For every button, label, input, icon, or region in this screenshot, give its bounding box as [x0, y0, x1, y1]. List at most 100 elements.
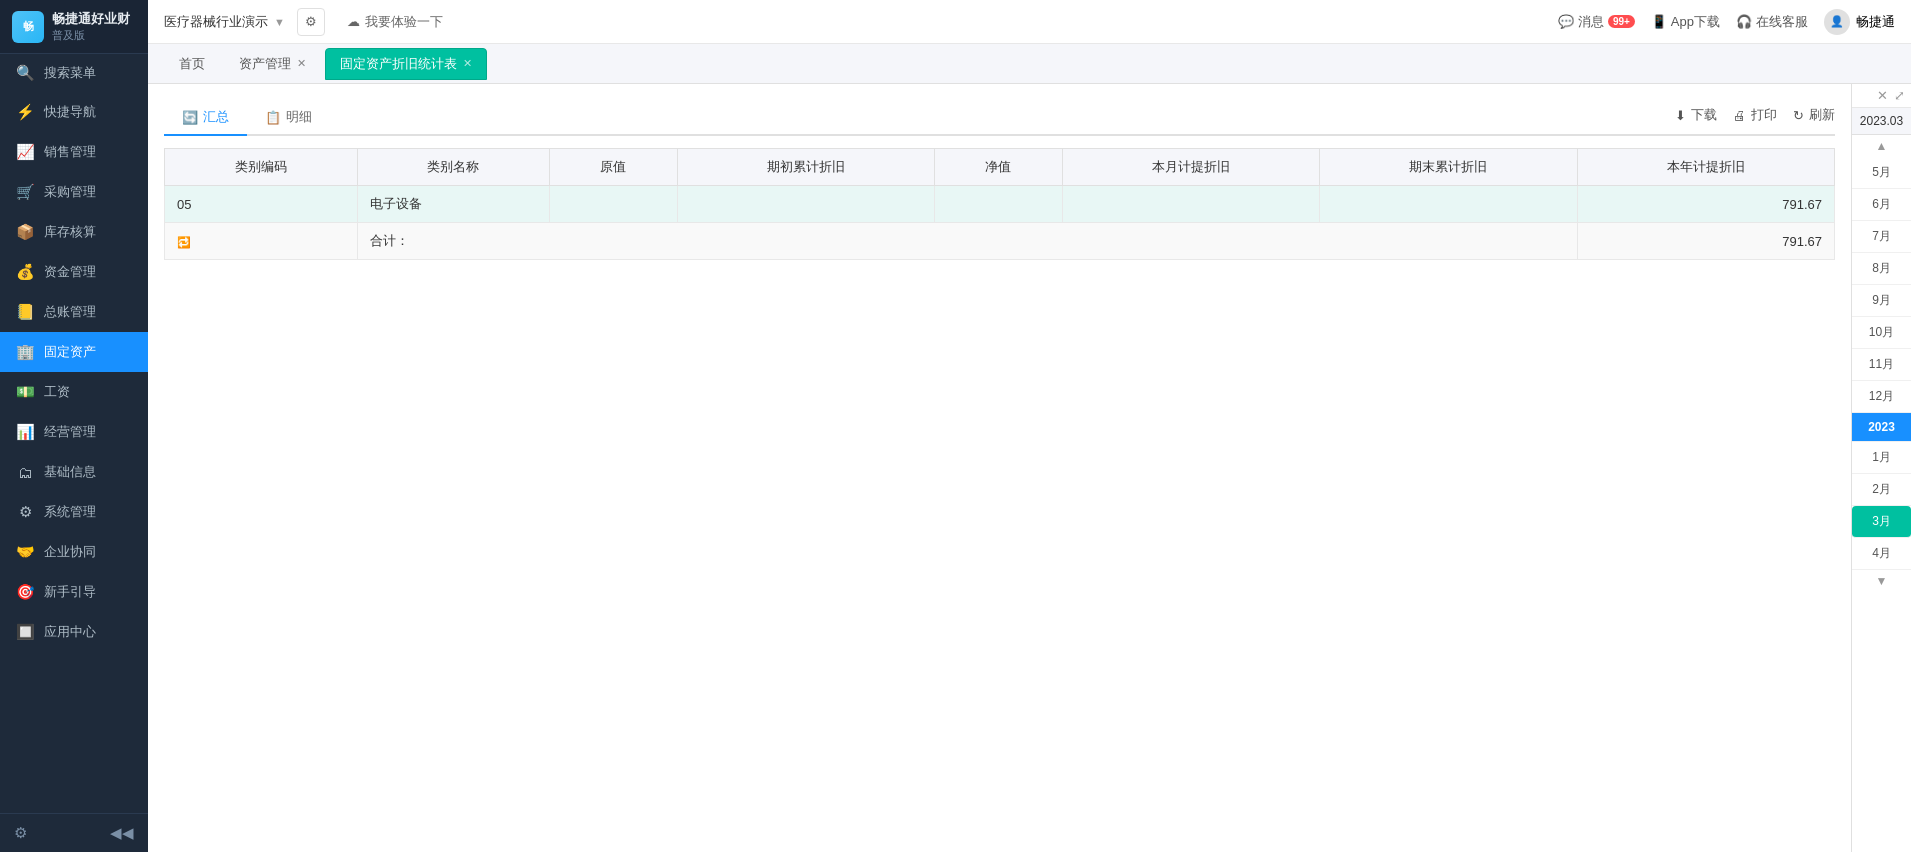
- sidebar-item-ledger[interactable]: 📒 总账管理: [0, 292, 148, 332]
- sidebar-item-fixed-assets[interactable]: 🏢 固定资产: [0, 332, 148, 372]
- collapse-icon[interactable]: ◀◀: [110, 824, 134, 842]
- tab-depreciation-report[interactable]: 固定资产折旧统计表 ✕: [325, 48, 487, 80]
- col-header-name: 类别名称: [357, 149, 550, 186]
- sidebar-item-label: 采购管理: [44, 183, 96, 201]
- col-header-net-value: 净值: [935, 149, 1063, 186]
- date-panel-header: 2023.03: [1852, 108, 1911, 135]
- scroll-up-arrow[interactable]: ▲: [1852, 135, 1911, 157]
- sidebar-item-system[interactable]: ⚙ 系统管理: [0, 492, 148, 532]
- payroll-icon: 💵: [16, 383, 34, 401]
- date-month-item[interactable]: 1月: [1852, 442, 1911, 474]
- sidebar-item-label: 销售管理: [44, 143, 96, 161]
- sidebar-item-label: 固定资产: [44, 343, 96, 361]
- sidebar-scroll: 🔍 搜索菜单 ⚡ 快捷导航 📈 销售管理 🛒 采购管理 📦 库存核算 💰 资金管…: [0, 54, 148, 813]
- page-content: 🔄 汇总 📋 明细 ⬇ 下载 🖨 打印: [148, 84, 1911, 852]
- settings-footer-icon[interactable]: ⚙: [14, 824, 27, 842]
- company-arrow-icon: ▼: [274, 16, 285, 28]
- inventory-icon: 📦: [16, 223, 34, 241]
- sidebar-item-finance[interactable]: 💰 资金管理: [0, 252, 148, 292]
- sub-tab-detail[interactable]: 📋 明细: [247, 100, 330, 136]
- total-label: 合计：: [357, 223, 1577, 260]
- sidebar-footer: ⚙ ◀◀: [0, 813, 148, 852]
- date-month-item[interactable]: 2月: [1852, 474, 1911, 506]
- sidebar-item-payroll[interactable]: 💵 工资: [0, 372, 148, 412]
- message-label: 消息: [1578, 13, 1604, 31]
- tab-close-active-icon[interactable]: ✕: [463, 57, 472, 70]
- sidebar-item-label: 总账管理: [44, 303, 96, 321]
- user-menu[interactable]: 👤 畅捷通: [1824, 9, 1895, 35]
- company-selector[interactable]: 医疗器械行业演示 ▼: [164, 13, 285, 31]
- message-button[interactable]: 💬 消息 99+: [1558, 13, 1635, 31]
- sidebar-header: 畅 畅捷通好业财 普及版: [0, 0, 148, 54]
- sidebar-item-sales[interactable]: 📈 销售管理: [0, 132, 148, 172]
- sales-icon: 📈: [16, 143, 34, 161]
- sidebar-item-app-center[interactable]: 🔲 应用中心: [0, 612, 148, 652]
- download-button[interactable]: ⬇ 下载: [1675, 106, 1717, 124]
- guide-icon: 🎯: [16, 583, 34, 601]
- date-month-item[interactable]: 5月: [1852, 157, 1911, 189]
- date-month-item[interactable]: 7月: [1852, 221, 1911, 253]
- refresh-icon: ↻: [1793, 108, 1804, 123]
- online-service-button[interactable]: 🎧 在线客服: [1736, 13, 1808, 31]
- content-main: 🔄 汇总 📋 明细 ⬇ 下载 🖨 打印: [148, 84, 1851, 852]
- col-header-annual-dep: 本年计提折旧: [1577, 149, 1835, 186]
- sidebar-search[interactable]: 🔍 搜索菜单: [0, 54, 148, 92]
- download-icon: 📱: [1651, 14, 1667, 29]
- tab-asset-management[interactable]: 资产管理 ✕: [224, 48, 321, 80]
- date-month-item[interactable]: 4月: [1852, 538, 1911, 570]
- sidebar-item-purchase[interactable]: 🛒 采购管理: [0, 172, 148, 212]
- date-month-item[interactable]: 8月: [1852, 253, 1911, 285]
- experience-button[interactable]: ☁ 我要体验一下: [337, 9, 453, 35]
- sidebar-title-block: 畅捷通好业财 普及版: [52, 10, 130, 43]
- expand-panel-icon[interactable]: ⤢: [1894, 88, 1905, 103]
- avatar-icon: 👤: [1830, 15, 1844, 28]
- main-area: 医疗器械行业演示 ▼ ⚙ ☁ 我要体验一下 💬 消息 99+ 📱 App下载 🎧…: [148, 0, 1911, 852]
- sidebar-item-quick-nav[interactable]: ⚡ 快捷导航: [0, 92, 148, 132]
- sidebar-item-guide[interactable]: 🎯 新手引导: [0, 572, 148, 612]
- avatar: 👤: [1824, 9, 1850, 35]
- date-month-item[interactable]: 6月: [1852, 189, 1911, 221]
- date-month-item-selected[interactable]: 3月: [1852, 506, 1911, 538]
- online-service-label: 在线客服: [1756, 13, 1808, 31]
- date-month-item[interactable]: 9月: [1852, 285, 1911, 317]
- tab-bar: 首页 资产管理 ✕ 固定资产折旧统计表 ✕: [148, 44, 1911, 84]
- table-row-total: 🔁 合计： 791.67: [165, 223, 1835, 260]
- sidebar-item-operations[interactable]: 📊 经营管理: [0, 412, 148, 452]
- cell-annual-dep: 791.67: [1577, 186, 1835, 223]
- download-label: 下载: [1691, 106, 1717, 124]
- cell-closing-accum: [1320, 186, 1578, 223]
- print-button[interactable]: 🖨 打印: [1733, 106, 1777, 124]
- sub-tab-summary[interactable]: 🔄 汇总: [164, 100, 247, 136]
- app-edition: 普及版: [52, 28, 130, 43]
- service-icon: 🎧: [1736, 14, 1752, 29]
- sidebar-item-inventory[interactable]: 📦 库存核算: [0, 212, 148, 252]
- date-panel: ✕ ⤢ 2023.03 ▲ 5月 6月 7月 8月 9月 10月 11月 12月…: [1851, 84, 1911, 852]
- sidebar-item-label: 基础信息: [44, 463, 96, 481]
- tab-asset-management-label: 资产管理: [239, 55, 291, 73]
- tab-close-icon[interactable]: ✕: [297, 57, 306, 70]
- tab-home[interactable]: 首页: [164, 48, 220, 80]
- scroll-down-arrow[interactable]: ▼: [1852, 570, 1911, 592]
- settings-button[interactable]: ⚙: [297, 8, 325, 36]
- sidebar-item-cooperation[interactable]: 🤝 企业协同: [0, 532, 148, 572]
- date-year-label[interactable]: 2023: [1852, 413, 1911, 442]
- company-name: 医疗器械行业演示: [164, 13, 268, 31]
- depreciation-table: 类别编码 类别名称 原值 期初累计折旧 净值 本月计提折旧 期末累计折旧 本年计…: [164, 148, 1835, 260]
- date-month-item[interactable]: 12月: [1852, 381, 1911, 413]
- sidebar-item-label: 经营管理: [44, 423, 96, 441]
- col-header-monthly-dep: 本月计提折旧: [1062, 149, 1320, 186]
- panel-top-controls: ✕ ⤢: [1852, 84, 1911, 108]
- refresh-button[interactable]: ↻ 刷新: [1793, 106, 1835, 124]
- sidebar-item-label: 快捷导航: [44, 103, 96, 121]
- topbar-right: 💬 消息 99+ 📱 App下载 🎧 在线客服 👤 畅捷通: [1558, 9, 1895, 35]
- gear-icon: ⚙: [305, 14, 317, 29]
- sidebar-item-label: 应用中心: [44, 623, 96, 641]
- close-panel-icon[interactable]: ✕: [1877, 88, 1888, 103]
- date-month-item[interactable]: 10月: [1852, 317, 1911, 349]
- sidebar-item-basic-info[interactable]: 🗂 基础信息: [0, 452, 148, 492]
- sidebar-item-label: 库存核算: [44, 223, 96, 241]
- date-month-item[interactable]: 11月: [1852, 349, 1911, 381]
- refresh-label: 刷新: [1809, 106, 1835, 124]
- sidebar: 畅 畅捷通好业财 普及版 🔍 搜索菜单 ⚡ 快捷导航 📈 销售管理 🛒 采购管理…: [0, 0, 148, 852]
- app-download-button[interactable]: 📱 App下载: [1651, 13, 1720, 31]
